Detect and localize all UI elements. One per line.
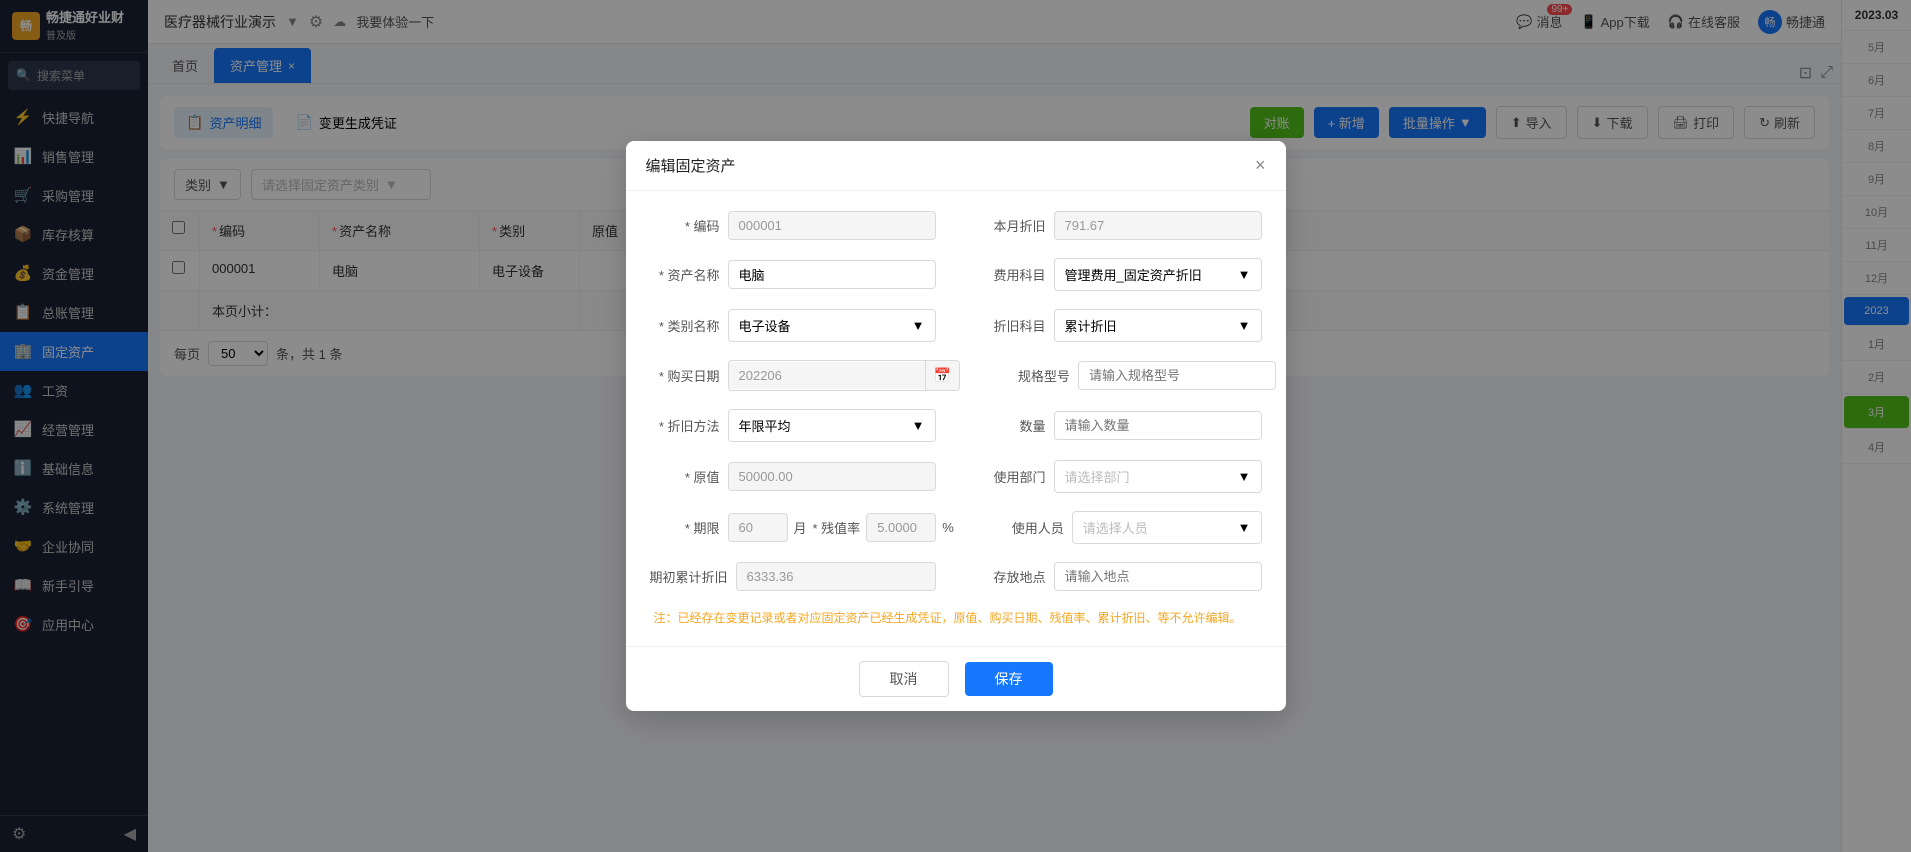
chevron-down-icon: ▼ xyxy=(912,318,925,333)
dep-method-select[interactable]: 年限平均 ▼ xyxy=(728,409,936,442)
original-value-input[interactable] xyxy=(728,462,936,491)
dep-method-field: * 折旧方法 年限平均 ▼ xyxy=(650,409,936,442)
code-label: * 编码 xyxy=(650,216,720,235)
form-row-2: * 资产名称 费用科目 管理费用_固定资产折旧 ▼ xyxy=(650,258,1262,291)
purchase-date-input[interactable] xyxy=(729,362,925,389)
form-row-1: * 编码 本月折旧 xyxy=(650,211,1262,240)
use-dept-field: 使用部门 请选择部门 ▼ xyxy=(976,460,1262,493)
form-note: 注：已经存在变更记录或者对应固定资产已经生成凭证，原值、购买日期、残值率、累计折… xyxy=(650,609,1262,626)
asset-name-input[interactable] xyxy=(728,260,936,289)
original-value-field: * 原值 xyxy=(650,460,936,493)
form-row-6: * 原值 使用部门 请选择部门 ▼ xyxy=(650,460,1262,493)
modal-overlay: 编辑固定资产 × * 编码 本月折旧 * 资产名称 xyxy=(0,0,1911,852)
storage-input[interactable] xyxy=(1054,562,1262,591)
spec-model-label: 规格型号 xyxy=(1000,366,1070,385)
edit-asset-modal: 编辑固定资产 × * 编码 本月折旧 * 资产名称 xyxy=(626,141,1286,711)
modal-header: 编辑固定资产 × xyxy=(626,141,1286,191)
form-row-7: * 期限 月 * 残值率 % 使用人员 请选择人员 ▼ xyxy=(650,511,1262,544)
spec-model-field: 规格型号 xyxy=(1000,360,1276,391)
monthly-dep-field: 本月折旧 xyxy=(976,211,1262,240)
expense-subject-select[interactable]: 管理费用_固定资产折旧 ▼ xyxy=(1054,258,1262,291)
dep-subject-field: 折旧科目 累计折旧 ▼ xyxy=(976,309,1262,342)
modal-close-button[interactable]: × xyxy=(1255,155,1266,176)
dep-method-label: * 折旧方法 xyxy=(650,416,720,435)
chevron-down-icon: ▼ xyxy=(1238,318,1251,333)
modal-title: 编辑固定资产 xyxy=(646,155,736,176)
form-row-8: 期初累计折旧 存放地点 xyxy=(650,562,1262,591)
form-row-3: * 类别名称 电子设备 ▼ 折旧科目 累计折旧 ▼ xyxy=(650,309,1262,342)
purchase-date-label: * 购买日期 xyxy=(650,366,720,385)
residual-rate-unit: % xyxy=(942,520,954,535)
spec-model-input[interactable] xyxy=(1078,361,1276,390)
dep-subject-value: 累计折旧 xyxy=(1065,316,1117,335)
use-person-label: 使用人员 xyxy=(994,518,1064,537)
quantity-field: 数量 xyxy=(976,409,1262,442)
dep-subject-label: 折旧科目 xyxy=(976,316,1046,335)
initial-dep-field: 期初累计折旧 xyxy=(650,562,936,591)
residual-rate-input[interactable] xyxy=(866,513,936,542)
original-value-label: * 原值 xyxy=(650,467,720,486)
cancel-button[interactable]: 取消 xyxy=(859,661,949,697)
chevron-down-icon: ▼ xyxy=(1238,469,1251,484)
category-select[interactable]: 电子设备 ▼ xyxy=(728,309,936,342)
category-label: * 类别名称 xyxy=(650,316,720,335)
category-value: 电子设备 xyxy=(739,316,791,335)
modal-body: * 编码 本月折旧 * 资产名称 费用科目 管理费用_固定资产折旧 xyxy=(626,191,1286,646)
calendar-icon[interactable]: 📅 xyxy=(925,361,959,390)
dep-method-value: 年限平均 xyxy=(739,416,791,435)
period-unit: 月 xyxy=(794,518,807,537)
use-dept-label: 使用部门 xyxy=(976,467,1046,486)
initial-dep-input[interactable] xyxy=(736,562,936,591)
chevron-down-icon: ▼ xyxy=(912,418,925,433)
asset-name-field: * 资产名称 xyxy=(650,258,936,291)
chevron-down-icon: ▼ xyxy=(1238,267,1251,282)
use-person-placeholder: 请选择人员 xyxy=(1083,518,1148,537)
residual-rate-label: * 残值率 xyxy=(813,518,861,537)
storage-label: 存放地点 xyxy=(976,567,1046,586)
use-person-field: 使用人员 请选择人员 ▼ xyxy=(994,511,1262,544)
period-label: * 期限 xyxy=(650,518,720,537)
monthly-dep-input[interactable] xyxy=(1054,211,1262,240)
form-row-5: * 折旧方法 年限平均 ▼ 数量 xyxy=(650,409,1262,442)
expense-subject-label: 费用科目 xyxy=(976,265,1046,284)
dep-subject-select[interactable]: 累计折旧 ▼ xyxy=(1054,309,1262,342)
modal-footer: 取消 保存 xyxy=(626,646,1286,711)
save-button[interactable]: 保存 xyxy=(965,662,1053,696)
use-dept-select[interactable]: 请选择部门 ▼ xyxy=(1054,460,1262,493)
form-row-4: * 购买日期 📅 规格型号 xyxy=(650,360,1262,391)
code-input[interactable] xyxy=(728,211,936,240)
use-person-select[interactable]: 请选择人员 ▼ xyxy=(1072,511,1262,544)
purchase-date-field: * 购买日期 📅 xyxy=(650,360,960,391)
asset-name-label: * 资产名称 xyxy=(650,265,720,284)
initial-dep-label: 期初累计折旧 xyxy=(650,567,728,586)
monthly-dep-label: 本月折旧 xyxy=(976,216,1046,235)
period-residual-inputs: 月 * 残值率 % xyxy=(728,513,954,542)
chevron-down-icon: ▼ xyxy=(1238,520,1251,535)
code-field: * 编码 xyxy=(650,211,936,240)
period-residual-field: * 期限 月 * 残值率 % xyxy=(650,511,954,544)
quantity-input[interactable] xyxy=(1054,411,1262,440)
quantity-label: 数量 xyxy=(976,416,1046,435)
purchase-date-input-wrap: 📅 xyxy=(728,360,960,391)
period-input[interactable] xyxy=(728,513,788,542)
expense-subject-value: 管理费用_固定资产折旧 xyxy=(1065,265,1202,284)
category-field: * 类别名称 电子设备 ▼ xyxy=(650,309,936,342)
use-dept-placeholder: 请选择部门 xyxy=(1065,467,1130,486)
expense-subject-field: 费用科目 管理费用_固定资产折旧 ▼ xyxy=(976,258,1262,291)
storage-field: 存放地点 xyxy=(976,562,1262,591)
